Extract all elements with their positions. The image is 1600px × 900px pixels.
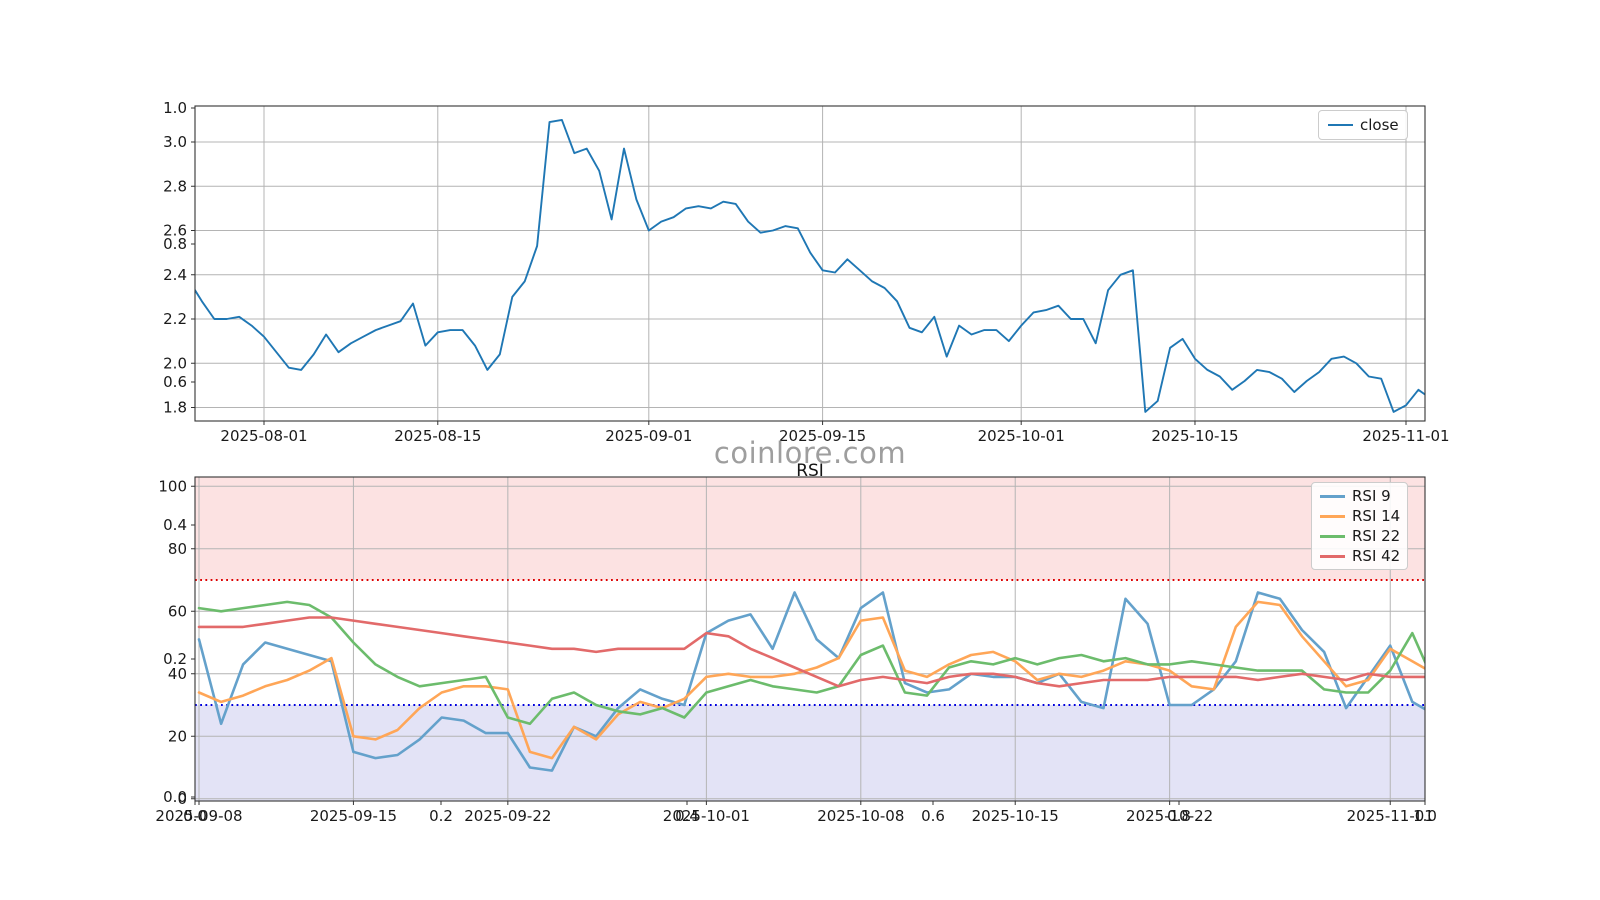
tick-label: 0.4 — [163, 516, 187, 534]
tick-label: 2.0 — [163, 354, 187, 372]
tick-label: 0.8 — [1167, 807, 1191, 825]
rsi9-line-swatch — [1320, 494, 1345, 498]
tick-label: 0.0 — [163, 788, 187, 806]
legend-label: RSI 9 — [1352, 486, 1391, 505]
tick-label: 0.8 — [163, 235, 187, 253]
tick-label: 2.4 — [163, 266, 187, 284]
rsi42-line-swatch — [1320, 554, 1345, 558]
tick-label: 2025-10-15 — [972, 807, 1059, 825]
tick-label: 2025-10-08 — [817, 807, 904, 825]
tick-label: 2025-11-01 — [1362, 427, 1449, 445]
tick-label: 0.2 — [429, 807, 453, 825]
tick-label: 80 — [168, 540, 187, 558]
rsi14-line-swatch — [1320, 514, 1345, 518]
legend-label: RSI 42 — [1352, 546, 1401, 565]
tick-label: 2025-08-01 — [220, 427, 307, 445]
overbought-zone — [195, 477, 1425, 580]
tick-label: 0.0 — [183, 807, 207, 825]
tick-label: 2025-09-22 — [464, 807, 551, 825]
legend-item-rsi14: RSI 14 — [1320, 506, 1401, 525]
tick-label: 1.0 — [1413, 807, 1437, 825]
tick-label: 60 — [168, 602, 187, 620]
legend-label: RSI 14 — [1352, 506, 1401, 525]
tick-label: 2.8 — [163, 177, 187, 195]
price-chart: 2025-08-01 2025-08-15 2025-09-01 2025-09-15… — [163, 99, 1449, 445]
tick-label: 1.8 — [163, 399, 187, 417]
legend-label: close — [1360, 115, 1399, 134]
rsi-legend: RSI 9 RSI 14 RSI 22 RSI 42 — [1311, 482, 1408, 570]
chart-figure: 2025-08-01 2025-08-15 2025-09-01 2025-09-15… — [0, 0, 1600, 900]
rsi-chart: 2025-09-08 2025-09-15 2025-09-22 2025-10-01… — [155, 476, 1437, 825]
legend-item-rsi42: RSI 42 — [1320, 546, 1401, 565]
close-line — [195, 118, 1425, 413]
rsi-chart-title: RSI — [796, 461, 824, 481]
tick-label: 0.4 — [675, 807, 699, 825]
legend-item-rsi9: RSI 9 — [1320, 486, 1399, 505]
legend-item-rsi22: RSI 22 — [1320, 526, 1401, 545]
tick-label: 2025-09-15 — [310, 807, 397, 825]
tick-label: 1.0 — [163, 99, 187, 117]
tick-label: 0.2 — [163, 650, 187, 668]
price-legend: close — [1318, 110, 1408, 140]
rsi22-line-swatch — [1320, 534, 1345, 538]
tick-label: 0.6 — [921, 807, 945, 825]
rsi-42-line — [197, 616, 1425, 688]
oversold-zone — [195, 705, 1425, 801]
close-line-swatch — [1328, 124, 1353, 126]
legend-item-close: close — [1328, 115, 1399, 134]
tick-label: 0.6 — [163, 373, 187, 391]
tick-label: 2025-10-15 — [1151, 427, 1238, 445]
tick-label: 3.0 — [163, 133, 187, 151]
tick-label: 20 — [168, 727, 187, 745]
legend-label: RSI 22 — [1352, 526, 1401, 545]
tick-label: 2.2 — [163, 310, 187, 328]
tick-label: 100 — [158, 477, 187, 495]
